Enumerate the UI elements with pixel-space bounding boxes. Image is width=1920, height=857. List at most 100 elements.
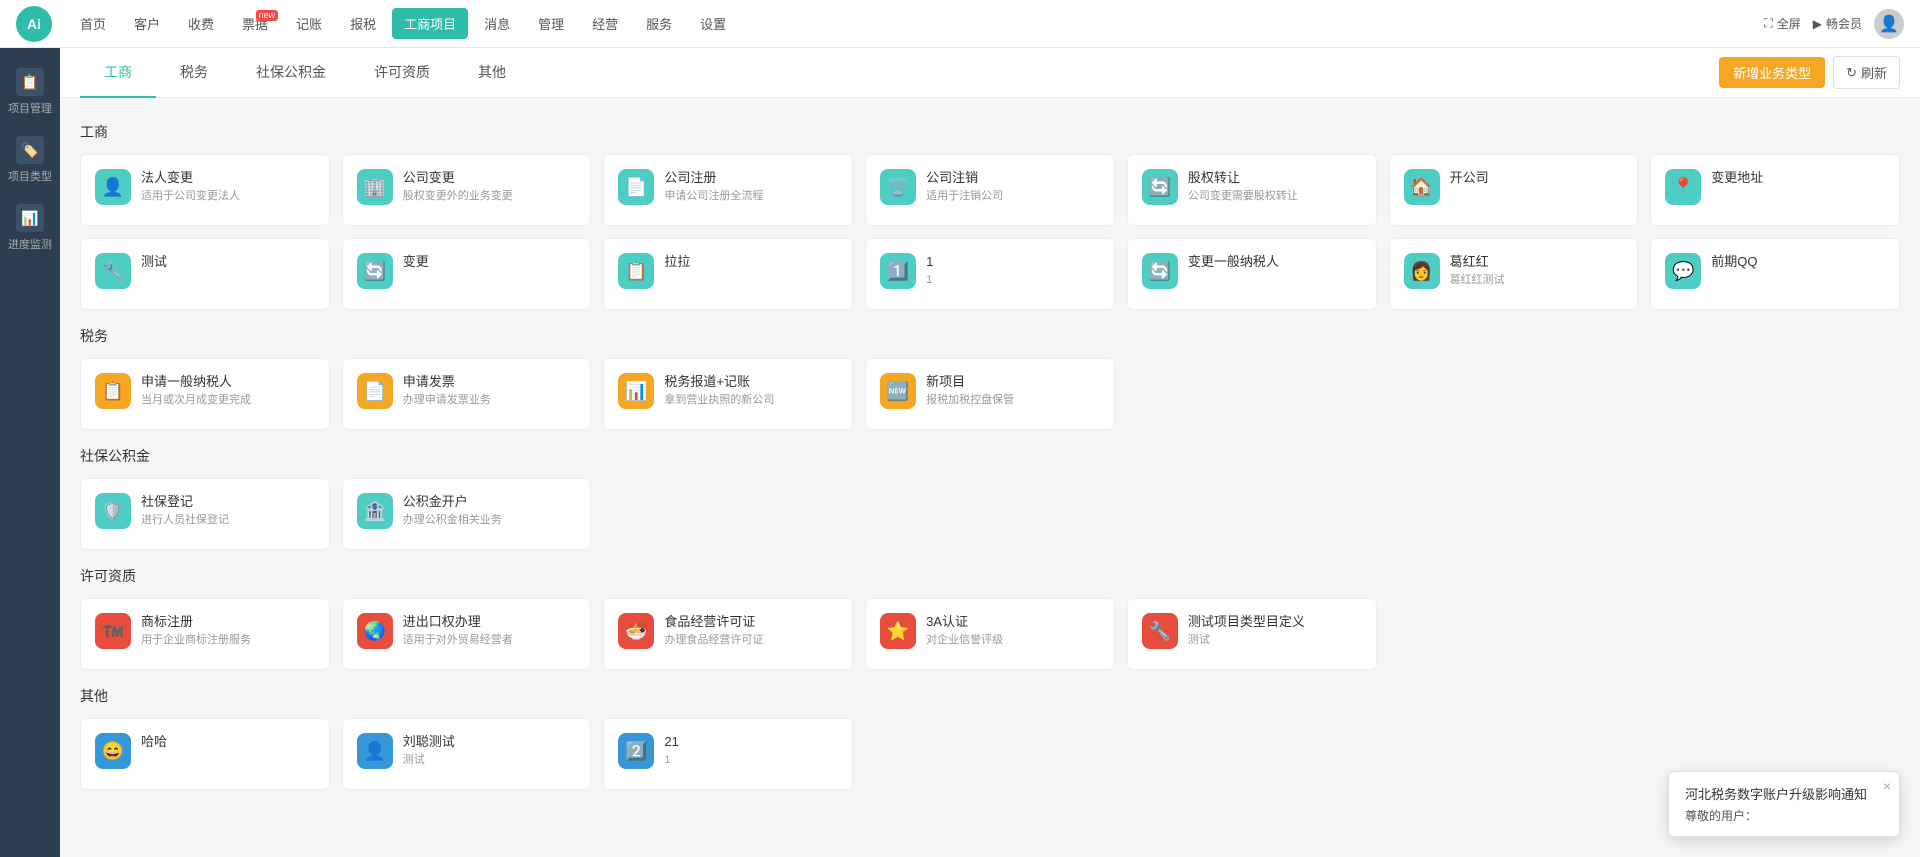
card-icon: 📋 (95, 373, 131, 409)
card-icon: ™️ (95, 613, 131, 649)
card-icon: 💬 (1665, 253, 1701, 289)
card-xuke-1[interactable]: 🌏进出口权办理适用于对外贸易经营者 (342, 598, 592, 670)
fullscreen-button[interactable]: ⛶ 全屏 (1764, 15, 1800, 32)
card-text: 申请一般纳税人当月或次月成变更完成 (141, 373, 251, 409)
card-text: 3A认证对企业信誉评级 (926, 613, 1003, 649)
card-shuiwu-3[interactable]: 🆕新项目报税加税控盘保管 (865, 358, 1115, 430)
card-gongshang-13[interactable]: 💬前期QQ (1650, 238, 1900, 310)
card-title: 测试 (141, 253, 167, 271)
sidebar-item-项目管理[interactable]: 📋 项目管理 (0, 58, 60, 126)
card-gongshang-4[interactable]: 🔄股权转让公司变更需要股权转让 (1127, 154, 1377, 226)
card-gongshang-10[interactable]: 1️⃣ 11 (865, 238, 1115, 310)
nav-item-报税[interactable]: 报税 (338, 8, 388, 39)
card-icon: 👤 (95, 169, 131, 205)
card-gongshang-8[interactable]: 🔄 变更 (342, 238, 592, 310)
card-text: 进出口权办理适用于对外贸易经营者 (403, 613, 513, 649)
card-desc: 办理食品经营许可证 (664, 633, 763, 648)
card-title: 变更一般纳税人 (1188, 253, 1279, 271)
avatar[interactable]: 👤 (1874, 9, 1904, 39)
card-desc: 适用于公司变更法人 (141, 189, 240, 204)
nav-item-首页[interactable]: 首页 (68, 8, 118, 39)
add-type-button[interactable]: 新增业务类型 (1719, 57, 1825, 88)
card-icon: 🔄 (357, 253, 393, 289)
card-gongshang-12[interactable]: 👩葛红红葛红红测试 (1389, 238, 1639, 310)
sidebar-icon: 📊 (16, 204, 44, 232)
card-text: 11 (926, 253, 933, 289)
card-icon: 🔧 (1142, 613, 1178, 649)
card-gongshang-5[interactable]: 🏠开公司 (1389, 154, 1639, 226)
card-text: 哈哈 (141, 733, 167, 751)
nav-item-服务[interactable]: 服务 (634, 8, 684, 39)
tab-许可资质[interactable]: 许可资质 (350, 48, 454, 98)
refresh-button[interactable]: ↻ 刷新 (1833, 56, 1900, 89)
tab-社保公积金[interactable]: 社保公积金 (232, 48, 350, 98)
card-desc: 进行人员社保登记 (141, 513, 229, 528)
card-icon: 🔄 (1142, 253, 1178, 289)
member-button[interactable]: ▶ 畅会员 (1813, 15, 1862, 32)
nav-item-设置[interactable]: 设置 (688, 8, 738, 39)
card-desc: 测试 (1188, 633, 1305, 648)
section-title-xuke: 许可资质 (80, 566, 1900, 586)
card-gongshang-11[interactable]: 🔄 变更一般纳税人 (1127, 238, 1377, 310)
card-xuke-3[interactable]: ⭐3A认证对企业信誉评级 (865, 598, 1115, 670)
card-gongshang-7[interactable]: 🔧测试 (80, 238, 330, 310)
card-gongshang-2[interactable]: 📄公司注册申请公司注册全流程 (603, 154, 853, 226)
card-xuke-0[interactable]: ™️商标注册用于企业商标注册服务 (80, 598, 330, 670)
card-icon: 1️⃣ (880, 253, 916, 289)
sidebar-item-进度监测[interactable]: 📊 进度监测 (0, 194, 60, 262)
nav-right: ⛶ 全屏 ▶ 畅会员 👤 (1764, 9, 1904, 39)
nav-item-工商项目[interactable]: 工商项目 (392, 8, 468, 39)
nav-item-管理[interactable]: 管理 (526, 8, 576, 39)
card-gongshang-0[interactable]: 👤法人变更适用于公司变更法人 (80, 154, 330, 226)
card-title: 开公司 (1450, 169, 1489, 187)
card-icon: 🆕 (880, 373, 916, 409)
card-title: 刘聪测试 (403, 733, 455, 751)
card-desc: 申请公司注册全流程 (664, 189, 763, 204)
notification-title: 河北税务数字账户升级影响通知 (1685, 784, 1883, 803)
card-title: 进出口权办理 (403, 613, 513, 631)
nav-item-收费[interactable]: 收费 (176, 8, 226, 39)
card-xuke-2[interactable]: 🍜食品经营许可证办理食品经营许可证 (603, 598, 853, 670)
notification-close[interactable]: × (1883, 778, 1891, 794)
sidebar-icon: 🏷️ (16, 136, 44, 164)
nav-item-经营[interactable]: 经营 (580, 8, 630, 39)
nav-item-记账[interactable]: 记账 (284, 8, 334, 39)
card-title: 变更 (403, 253, 429, 271)
card-xuke-4[interactable]: 🔧测试项目类型目定义测试 (1127, 598, 1377, 670)
nav-item-票据[interactable]: 票据new (230, 8, 280, 39)
card-text: 变更一般纳税人 (1188, 253, 1279, 271)
nav-item-客户[interactable]: 客户 (122, 8, 172, 39)
nav-item-消息[interactable]: 消息 (472, 8, 522, 39)
card-qita-1[interactable]: 👤刘聪测试测试 (342, 718, 592, 790)
card-gongshang-1[interactable]: 🏢公司变更股权变更外的业务变更 (342, 154, 592, 226)
card-qita-0[interactable]: 😄哈哈 (80, 718, 330, 790)
card-shuiwu-1[interactable]: 📄申请发票办理申请发票业务 (342, 358, 592, 430)
card-qita-2[interactable]: 2️⃣211 (603, 718, 853, 790)
cards-grid-shebao: 🛡️社保登记进行人员社保登记🏦公积金开户办理公积金相关业务 (80, 478, 1900, 550)
card-desc: 适用于注销公司 (926, 189, 1003, 204)
card-title: 公司变更 (403, 169, 513, 187)
card-title: 变更地址 (1711, 169, 1763, 187)
sidebar-item-项目类型[interactable]: 🏷️ 项目类型 (0, 126, 60, 194)
tab-其他[interactable]: 其他 (454, 48, 530, 98)
card-title: 哈哈 (141, 733, 167, 751)
card-title: 葛红红 (1450, 253, 1505, 271)
card-desc: 办理申请发票业务 (403, 393, 491, 408)
card-gongshang-9[interactable]: 📋拉拉 (603, 238, 853, 310)
card-shuiwu-2[interactable]: 📊税务报道+记账拿到营业执照的新公司 (603, 358, 853, 430)
sidebar-label: 项目类型 (8, 168, 52, 184)
card-gongshang-3[interactable]: 🗑️公司注销适用于注销公司 (865, 154, 1115, 226)
card-icon: 🛡️ (95, 493, 131, 529)
card-shebao-1[interactable]: 🏦公积金开户办理公积金相关业务 (342, 478, 592, 550)
card-shebao-0[interactable]: 🛡️社保登记进行人员社保登记 (80, 478, 330, 550)
sidebar-label: 进度监测 (8, 236, 52, 252)
card-desc: 对企业信誉评级 (926, 633, 1003, 648)
card-gongshang-6[interactable]: 📍变更地址 (1650, 154, 1900, 226)
card-title: 公积金开户 (403, 493, 502, 511)
tab-税务[interactable]: 税务 (156, 48, 232, 98)
sidebar-icon: 📋 (16, 68, 44, 96)
fullscreen-label: 全屏 (1777, 15, 1801, 32)
tab-工商[interactable]: 工商 (80, 48, 156, 98)
card-shuiwu-0[interactable]: 📋 申请一般纳税人当月或次月成变更完成 (80, 358, 330, 430)
card-icon: 👩 (1404, 253, 1440, 289)
